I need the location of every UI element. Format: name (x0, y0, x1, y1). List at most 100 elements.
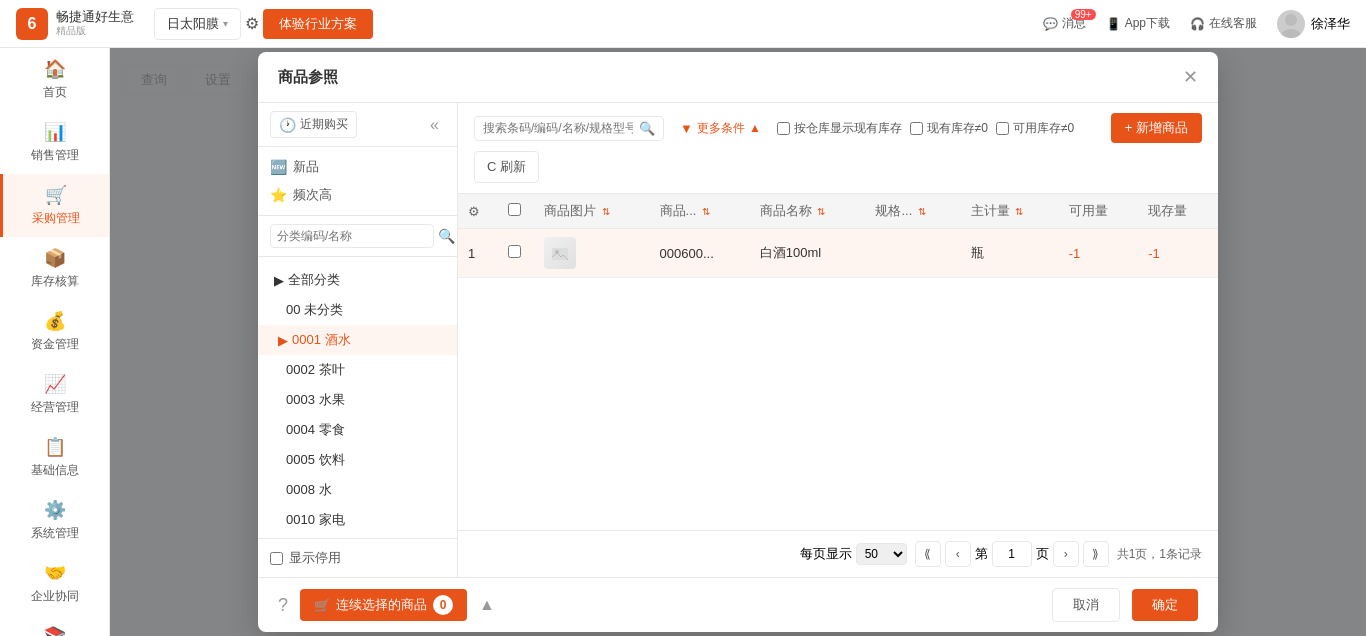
cart-collapse-icon[interactable]: ▲ (479, 596, 495, 614)
available-stock-checkbox[interactable] (996, 122, 1009, 135)
avatar (1277, 10, 1305, 38)
category-0001[interactable]: ▶ 0001 酒水 (258, 325, 457, 355)
sort-name-icon[interactable]: ⇅ (817, 206, 825, 217)
cell-image (534, 229, 650, 278)
new-icon: 🆕 (270, 159, 287, 175)
first-page-btn[interactable]: ⟪ (915, 541, 941, 567)
sidebar-item-system[interactable]: ⚙️ 系统管理 (0, 489, 109, 552)
search-icon[interactable]: 🔍 (639, 121, 655, 136)
headset-icon: 🎧 (1190, 17, 1205, 31)
th-stock-label: 现存量 (1148, 203, 1187, 218)
product-reference-modal: 商品参照 ✕ 🕐 近期购买 « (258, 52, 1218, 632)
table-row[interactable]: 1 (458, 229, 1218, 278)
category-0003[interactable]: 0003 水果 (258, 385, 457, 415)
user-info[interactable]: 徐泽华 (1277, 10, 1350, 38)
th-image-label: 商品图片 (544, 203, 596, 218)
per-page-select[interactable]: 10 20 50 100 (856, 543, 907, 565)
svg-point-1 (1281, 29, 1301, 38)
star-icon: ⭐ (270, 187, 287, 203)
quick-link-frequent[interactable]: ⭐ 频次高 (270, 181, 445, 209)
last-page-btn[interactable]: ⟫ (1083, 541, 1109, 567)
category-0010-label: 0010 家电 (286, 511, 345, 529)
sidebar-item-inventory[interactable]: 📦 库存核算 (0, 237, 109, 300)
prev-page-btn[interactable]: ‹ (945, 541, 971, 567)
cart-button[interactable]: 🛒 连续选择的商品 0 (300, 589, 467, 621)
sidebar-item-operations[interactable]: 📈 经营管理 (0, 363, 109, 426)
show-disabled-checkbox[interactable] (270, 552, 283, 565)
sidebar-item-basic-info[interactable]: 📋 基础信息 (0, 426, 109, 489)
sort-unit-icon[interactable]: ⇅ (1015, 206, 1023, 217)
category-0004[interactable]: 0004 零食 (258, 415, 457, 445)
show-disabled-label[interactable]: 显示停用 (289, 549, 341, 567)
nav-dropdown[interactable]: 日太阳膜 ▾ (154, 8, 241, 40)
footer-left: ? 🛒 连续选择的商品 0 ▲ (278, 589, 1040, 621)
th-select (498, 194, 534, 229)
modal-close-button[interactable]: ✕ (1183, 66, 1198, 88)
table-config-icon[interactable]: ⚙ (468, 204, 480, 219)
category-00[interactable]: 00 未分类 (258, 295, 457, 325)
category-0005[interactable]: 0005 饮料 (258, 445, 457, 475)
category-tree: ▶ 全部分类 00 未分类 ▶ 0001 酒水 0002 茶 (258, 257, 457, 538)
sidebar-item-purchase[interactable]: 🛒 采购管理 (0, 174, 109, 237)
messages-button[interactable]: 💬 消息 99+ (1043, 15, 1086, 32)
product-search-bar[interactable]: 🔍 (474, 116, 664, 141)
page-number-input[interactable] (992, 541, 1032, 567)
category-search-input[interactable] (270, 224, 434, 248)
gear-button[interactable]: ⚙ (241, 10, 263, 37)
category-0010[interactable]: 0010 家电 (258, 505, 457, 535)
product-search-input[interactable] (483, 121, 633, 135)
more-filter-btn[interactable]: ▼ 更多条件 ▲ (672, 116, 769, 141)
toolbar: 🔍 ▼ 更多条件 ▲ 按仓库显示现有库存 (458, 103, 1218, 194)
available-stock-label: 可用库存≠0 (1013, 120, 1074, 137)
logo-icon: 6 (16, 8, 48, 40)
sidebar-item-sales[interactable]: 📊 销售管理 (0, 111, 109, 174)
app-download-button[interactable]: 📱 App下载 (1106, 15, 1170, 32)
quick-link-new[interactable]: 🆕 新品 (270, 153, 445, 181)
sidebar-item-guide[interactable]: 📚 新手引导 (0, 615, 109, 636)
select-all-checkbox[interactable] (508, 203, 521, 216)
sort-spec-icon[interactable]: ⇅ (918, 206, 926, 217)
category-0002[interactable]: 0002 茶叶 (258, 355, 457, 385)
product-table: ⚙ 商品图片 ⇅ (458, 194, 1218, 278)
category-0008[interactable]: 0008 水 (258, 475, 457, 505)
category-search-btn[interactable]: 🔍 (438, 228, 455, 244)
warehouse-label: 按仓库显示现有库存 (794, 120, 902, 137)
trial-button[interactable]: 体验行业方案 (263, 9, 373, 39)
existing-stock-checkbox[interactable] (910, 122, 923, 135)
collapse-left-btn[interactable]: « (424, 114, 445, 136)
th-unit-label: 主计量 (971, 203, 1010, 218)
existing-stock-filter[interactable]: 现有库存≠0 (910, 120, 988, 137)
refresh-btn[interactable]: C 刷新 (474, 151, 539, 183)
next-page-btn[interactable]: › (1053, 541, 1079, 567)
sort-code-icon[interactable]: ⇅ (702, 206, 710, 217)
cancel-button[interactable]: 取消 (1052, 588, 1120, 622)
category-all[interactable]: ▶ 全部分类 (258, 265, 457, 295)
quick-link-new-label: 新品 (293, 158, 319, 176)
warehouse-checkbox[interactable] (777, 122, 790, 135)
recent-purchase-btn[interactable]: 🕐 近期购买 (270, 111, 357, 138)
modal-footer: ? 🛒 连续选择的商品 0 ▲ 取消 确定 (258, 577, 1218, 632)
cell-stock: -1 (1138, 229, 1218, 278)
confirm-button[interactable]: 确定 (1132, 589, 1198, 621)
th-name-label: 商品名称 (760, 203, 812, 218)
filter-btn-label: 更多条件 (697, 120, 745, 137)
svg-point-0 (1285, 14, 1297, 26)
help-icon[interactable]: ? (278, 595, 288, 616)
sidebar-item-enterprise[interactable]: 🤝 企业协同 (0, 552, 109, 615)
customer-service-button[interactable]: 🎧 在线客服 (1190, 15, 1257, 32)
cell-code: 000600... (650, 229, 750, 278)
chevron-down-icon: ▾ (223, 18, 228, 29)
th-spec-label: 规格... (875, 203, 912, 218)
edition-label: 精品版 (56, 24, 134, 38)
table-header: ⚙ 商品图片 ⇅ (458, 194, 1218, 229)
sidebar-item-finance[interactable]: 💰 资金管理 (0, 300, 109, 363)
available-stock-filter[interactable]: 可用库存≠0 (996, 120, 1074, 137)
sort-image-icon[interactable]: ⇅ (602, 206, 610, 217)
row-checkbox[interactable] (508, 245, 521, 258)
add-product-btn[interactable]: + 新增商品 (1111, 113, 1202, 143)
table-body: 1 (458, 229, 1218, 278)
basic-info-icon: 📋 (44, 436, 66, 458)
th-unit: 主计量 ⇅ (961, 194, 1059, 229)
warehouse-filter[interactable]: 按仓库显示现有库存 (777, 120, 902, 137)
sidebar-item-home[interactable]: 🏠 首页 (0, 48, 109, 111)
